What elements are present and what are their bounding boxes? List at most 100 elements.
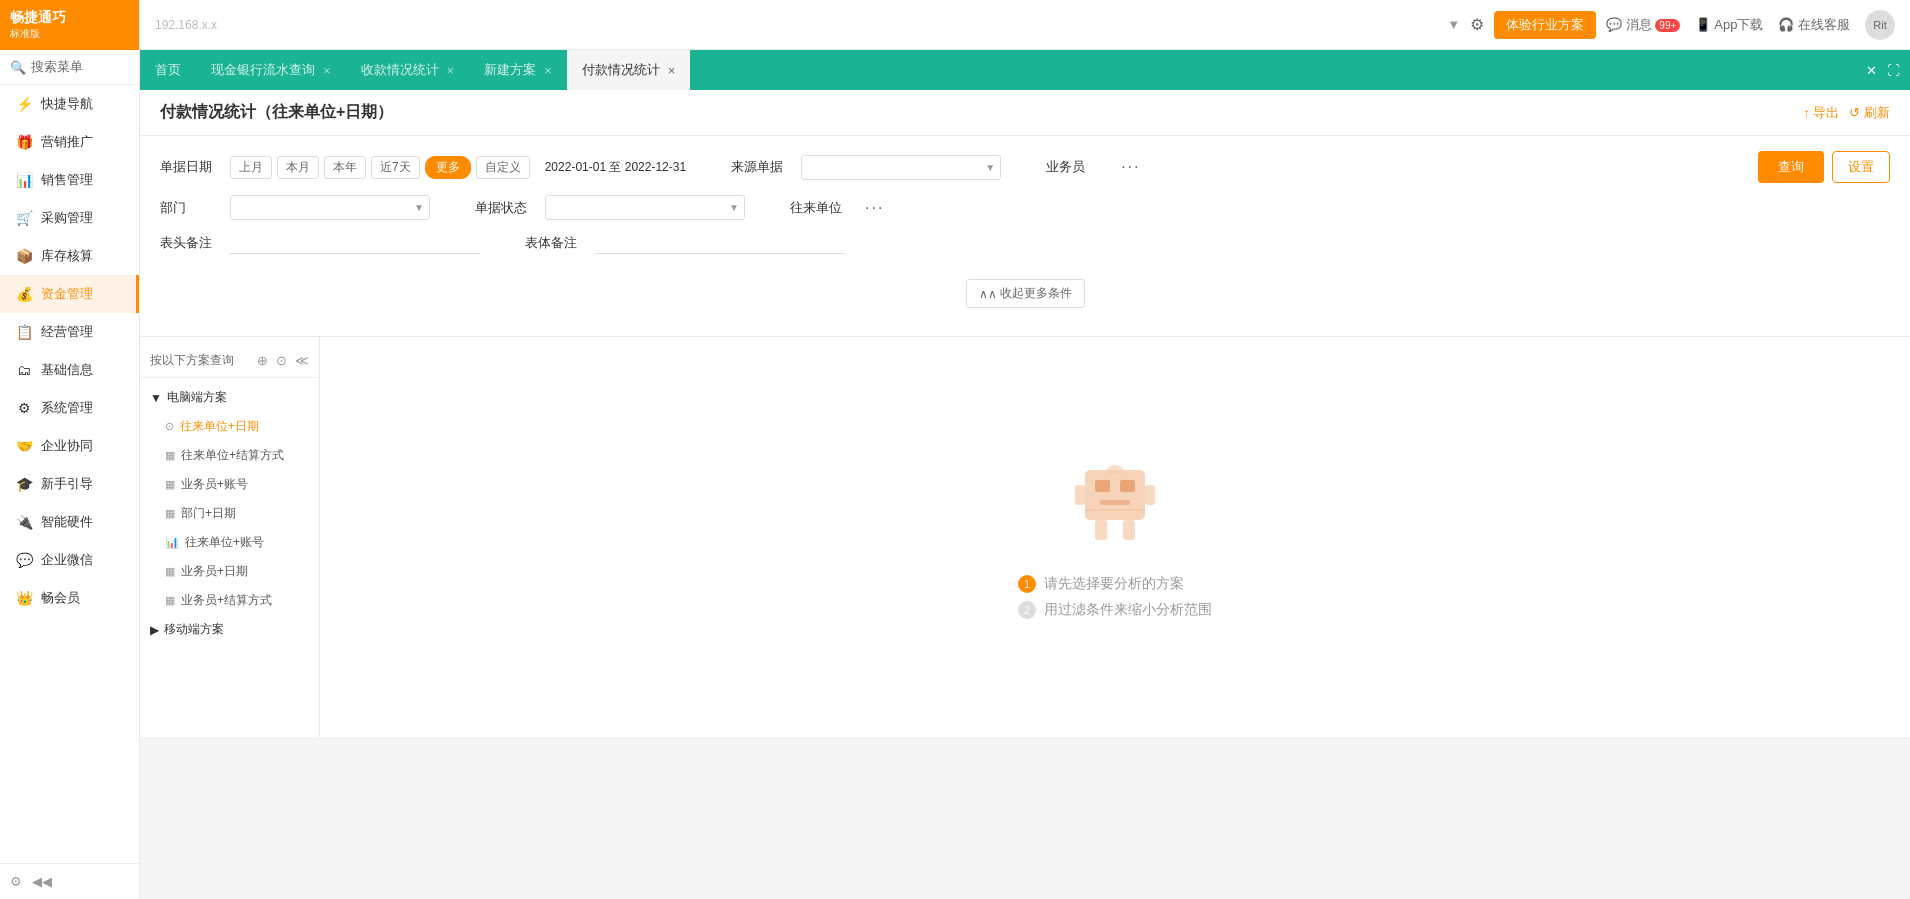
salesperson-label: 业务员 (1046, 158, 1101, 176)
scheme-item-salesperson-account[interactable]: ▦ 业务员+账号 (140, 470, 319, 499)
scheme-item-salesperson-date[interactable]: ▦ 业务员+日期 (140, 557, 319, 586)
date-btn-this-month[interactable]: 本月 (277, 156, 319, 179)
sidebar-item-enterprise[interactable]: 🤝 企业协同 (0, 427, 139, 465)
voucher-status-select[interactable] (545, 195, 745, 220)
table-body-remark-input[interactable] (595, 232, 845, 254)
dept-select[interactable] (230, 195, 430, 220)
date-btn-this-year[interactable]: 本年 (324, 156, 366, 179)
app-download-label: App下载 (1714, 17, 1763, 32)
scheme-item-label: 业务员+账号 (181, 476, 248, 493)
trial-btn[interactable]: 体验行业方案 (1494, 11, 1596, 39)
scheme-group-mobile-title[interactable]: ▶ 移动端方案 (140, 615, 319, 644)
salesperson-dots[interactable]: ··· (1116, 158, 1145, 176)
tab-home[interactable]: 首页 (140, 50, 196, 90)
scheme-item-label: 往来单位+日期 (180, 418, 259, 435)
message-label: 消息 (1626, 17, 1652, 32)
sidebar-item-capital[interactable]: 💰 资金管理 (0, 275, 139, 313)
partner-dots[interactable]: ··· (860, 199, 889, 217)
sidebar-item-inventory[interactable]: 📦 库存核算 (0, 237, 139, 275)
page-header: 付款情况统计（往来单位+日期） ↑ 导出 ↺ 刷新 (140, 90, 1910, 136)
sidebar-item-guide[interactable]: 🎓 新手引导 (0, 465, 139, 503)
sidebar-item-label: 销售管理 (41, 171, 93, 189)
refresh-btn[interactable]: ↺ 刷新 (1849, 104, 1890, 122)
enterprise-icon: 🤝 (15, 437, 33, 455)
sidebar-item-label: 资金管理 (41, 285, 93, 303)
date-btn-7days[interactable]: 近7天 (371, 156, 420, 179)
user-avatar[interactable]: Rit (1865, 10, 1895, 40)
collapse-btn[interactable]: ∧∧ 收起更多条件 (966, 279, 1085, 308)
sidebar-item-sales[interactable]: 📊 销售管理 (0, 161, 139, 199)
sidebar-item-wechat[interactable]: 💬 企业微信 (0, 541, 139, 579)
tabs-bar: 首页 现金银行流水查询 × 收款情况统计 × 新建方案 × 付款情况统计 × ✕… (140, 50, 1910, 90)
tab-new-scheme-close[interactable]: × (544, 63, 552, 78)
sidebar-item-label: 系统管理 (41, 399, 93, 417)
collapse-area: ∧∧ 收起更多条件 (160, 266, 1890, 321)
tab-payment-stat[interactable]: 付款情况统计 × (567, 50, 691, 90)
online-service-btn[interactable]: 🎧 在线客服 (1778, 16, 1850, 34)
scheme-item-label: 部门+日期 (181, 505, 236, 522)
message-btn[interactable]: 💬 消息 99+ (1606, 16, 1680, 34)
sidebar-item-basic[interactable]: 🗂 基础信息 (0, 351, 139, 389)
step1-num: 1 (1018, 575, 1036, 593)
scheme-group-desktop-title[interactable]: ▼ 电脑端方案 (140, 383, 319, 412)
topbar-gear-icon[interactable]: ⚙ (1470, 15, 1484, 34)
search-menu-label: 搜索菜单 (31, 58, 83, 76)
sidebar-item-member[interactable]: 👑 畅会员 (0, 579, 139, 617)
scheme-item-dept-date[interactable]: ▦ 部门+日期 (140, 499, 319, 528)
sidebar-header: 畅捷通巧 标准版 (0, 0, 139, 50)
tab-bank-flow[interactable]: 现金银行流水查询 × (196, 50, 346, 90)
sidebar-item-purchase[interactable]: 🛒 采购管理 (0, 199, 139, 237)
settings-footer-icon[interactable]: ⚙ (10, 874, 22, 889)
logo-text: 畅捷通巧 (10, 9, 66, 27)
scheme-item-icon: ▦ (165, 594, 175, 607)
filter-area: 单据日期 上月 本月 本年 近7天 更多 自定义 2022-01-01 至 20… (140, 136, 1910, 337)
sidebar-item-operation[interactable]: 📋 经营管理 (0, 313, 139, 351)
topbar-dropdown-icon[interactable]: ▼ (1447, 17, 1460, 32)
scheme-header: 按以下方案查询 ⊕ ⊙ ≪ (140, 347, 319, 378)
tab-new-scheme[interactable]: 新建方案 × (469, 50, 567, 90)
tab-payment-stat-close[interactable]: × (668, 63, 676, 78)
source-select[interactable] (801, 155, 1001, 180)
sidebar-item-system[interactable]: ⚙ 系统管理 (0, 389, 139, 427)
filter-row-3: 表头备注 表体备注 (160, 232, 1890, 254)
sidebar-item-quick-nav[interactable]: ⚡ 快捷导航 (0, 85, 139, 123)
date-btn-last-month[interactable]: 上月 (230, 156, 272, 179)
sidebar-item-hardware[interactable]: 🔌 智能硬件 (0, 503, 139, 541)
setting-btn[interactable]: 设置 (1832, 151, 1890, 183)
search-menu[interactable]: 🔍 搜索菜单 (0, 50, 139, 85)
scheme-collapse-icon[interactable]: ≪ (295, 353, 309, 368)
tab-maximize-icon[interactable]: ⛶ (1887, 63, 1900, 78)
voucher-status-select-wrapper (545, 195, 745, 220)
tab-close-all-icon[interactable]: ✕ (1866, 63, 1877, 78)
date-btn-more[interactable]: 更多 (425, 156, 471, 179)
query-btn[interactable]: 查询 (1758, 151, 1824, 183)
scheme-settings-icon[interactable]: ⊙ (276, 353, 287, 368)
voucher-status-label: 单据状态 (475, 199, 530, 217)
export-btn[interactable]: ↑ 导出 (1803, 104, 1839, 122)
svg-rect-4 (1075, 485, 1085, 505)
svg-rect-0 (1085, 470, 1145, 520)
date-btn-custom[interactable]: 自定义 (476, 156, 530, 179)
filter-row-1: 单据日期 上月 本月 本年 近7天 更多 自定义 2022-01-01 至 20… (160, 151, 1890, 183)
scheme-item-salesperson-settlement[interactable]: ▦ 业务员+结算方式 (140, 586, 319, 615)
scheme-item-partner-settlement[interactable]: ▦ 往来单位+结算方式 (140, 441, 319, 470)
collapse-sidebar-icon[interactable]: ◀◀ (32, 874, 52, 889)
tab-bank-flow-close[interactable]: × (323, 63, 331, 78)
sidebar-item-marketing[interactable]: 🎁 营销推广 (0, 123, 139, 161)
sidebar-item-label: 企业微信 (41, 551, 93, 569)
tab-receipt-stat[interactable]: 收款情况统计 × (346, 50, 470, 90)
scheme-item-chart-icon: 📊 (165, 536, 179, 549)
topbar-address: 192.168.x.x (155, 18, 1437, 32)
sidebar: 畅捷通巧 标准版 🔍 搜索菜单 ⚡ 快捷导航 🎁 营销推广 📊 销售管理 🛒 采… (0, 0, 140, 899)
app-download-btn[interactable]: 📱 App下载 (1695, 16, 1763, 34)
main-area: 192.168.x.x ▼ ⚙ 体验行业方案 💬 消息 99+ 📱 App下载 … (140, 0, 1910, 899)
table-header-remark-input[interactable] (230, 232, 480, 254)
sidebar-item-label: 营销推广 (41, 133, 93, 151)
sidebar-item-label: 基础信息 (41, 361, 93, 379)
scheme-item-partner-account[interactable]: 📊 往来单位+账号 (140, 528, 319, 557)
export-icon: ↑ (1803, 105, 1810, 120)
scheme-add-icon[interactable]: ⊕ (257, 353, 268, 368)
scheme-item-partner-date[interactable]: ⊙ 往来单位+日期 (140, 412, 319, 441)
inventory-icon: 📦 (15, 247, 33, 265)
tab-receipt-stat-close[interactable]: × (447, 63, 455, 78)
